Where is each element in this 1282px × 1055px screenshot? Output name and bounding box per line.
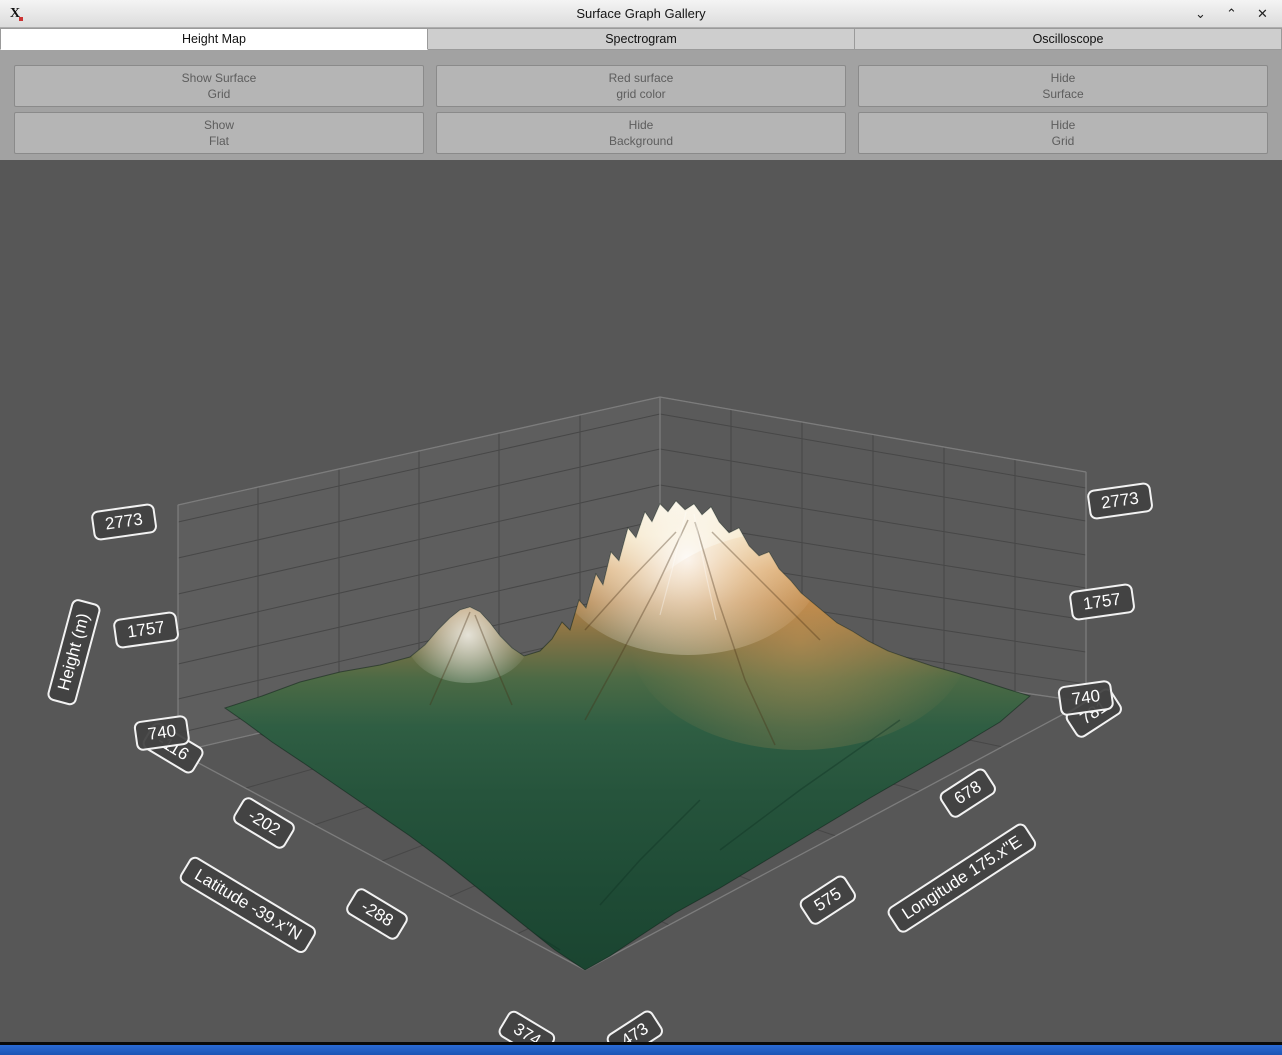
tab-height-map[interactable]: Height Map bbox=[0, 28, 428, 50]
button-label: Grid bbox=[1052, 133, 1075, 149]
button-label: grid color bbox=[616, 86, 665, 102]
button-label: Hide bbox=[1051, 70, 1076, 86]
button-label: Show bbox=[204, 117, 234, 133]
hide-grid-button[interactable]: Hide Grid bbox=[858, 112, 1268, 154]
window-controls: ⌄ ⌃ ✕ bbox=[1193, 6, 1282, 22]
tab-oscilloscope[interactable]: Oscilloscope bbox=[855, 28, 1282, 50]
button-label: Surface bbox=[1042, 86, 1083, 102]
app-icon: X bbox=[7, 6, 23, 22]
button-label: Red surface bbox=[609, 70, 674, 86]
tab-bar: Height Map Spectrogram Oscilloscope bbox=[0, 28, 1282, 50]
control-button-panel: Show Surface Grid Red surface grid color… bbox=[0, 50, 1282, 160]
minimize-button[interactable]: ⌄ bbox=[1193, 6, 1208, 22]
button-label: Hide bbox=[629, 117, 654, 133]
maximize-button[interactable]: ⌃ bbox=[1224, 6, 1239, 22]
window-title: Surface Graph Gallery bbox=[0, 6, 1282, 21]
close-button[interactable]: ✕ bbox=[1255, 6, 1270, 22]
taskbar-sliver bbox=[0, 1042, 1282, 1055]
tab-spectrogram[interactable]: Spectrogram bbox=[428, 28, 855, 50]
button-label: Show Surface bbox=[182, 70, 257, 86]
hide-background-button[interactable]: Hide Background bbox=[436, 112, 846, 154]
show-surface-grid-button[interactable]: Show Surface Grid bbox=[14, 65, 424, 107]
button-label: Flat bbox=[209, 133, 229, 149]
hide-surface-button[interactable]: Hide Surface bbox=[858, 65, 1268, 107]
button-label: Background bbox=[609, 133, 673, 149]
button-label: Hide bbox=[1051, 117, 1076, 133]
app-window: X Surface Graph Gallery ⌄ ⌃ ✕ Height Map… bbox=[0, 0, 1282, 1055]
surface-plot-area: Height (m) 2773 1757 -116 740 2773 1757 … bbox=[0, 160, 1282, 1042]
show-flat-button[interactable]: Show Flat bbox=[14, 112, 424, 154]
red-surface-grid-color-button[interactable]: Red surface grid color bbox=[436, 65, 846, 107]
titlebar: X Surface Graph Gallery ⌄ ⌃ ✕ bbox=[0, 0, 1282, 28]
button-label: Grid bbox=[208, 86, 231, 102]
